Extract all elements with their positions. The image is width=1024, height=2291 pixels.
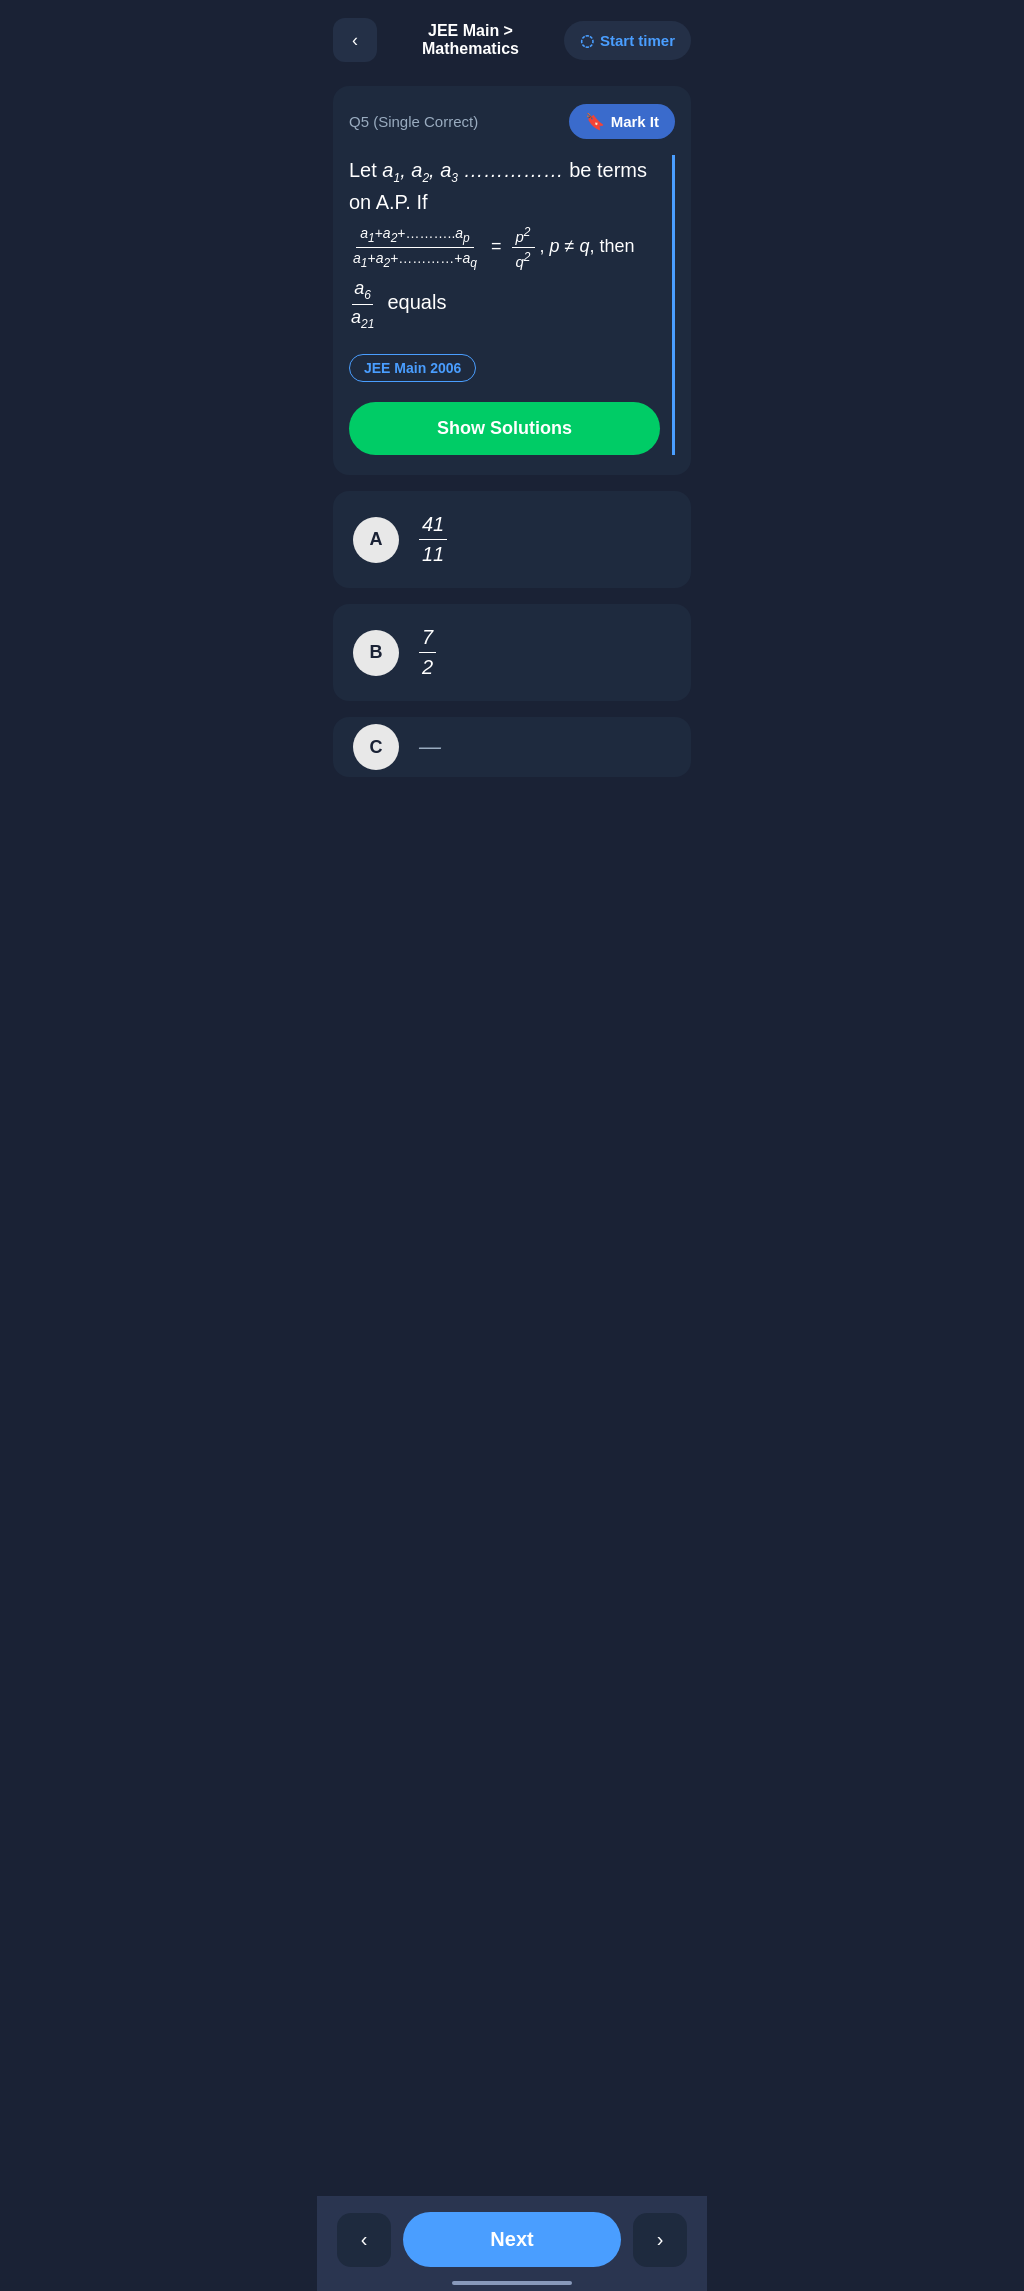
option-a-circle: A xyxy=(353,517,399,563)
option-a-value: 41 11 xyxy=(419,513,447,566)
back-icon: ‹ xyxy=(352,30,358,51)
fraction-equation: a1+a2+………..ap a1+a2+…………+aq = p2 q2 , p … xyxy=(349,225,660,270)
forward-icon: › xyxy=(657,2228,664,2251)
option-a-label: A xyxy=(370,529,383,550)
start-timer-button[interactable]: ◌ Start timer xyxy=(564,21,691,60)
sequence-terms: a1, a2, a3 …………… xyxy=(382,159,563,181)
bottom-navigation: ‹ Next › xyxy=(317,2196,707,2291)
option-b-denominator: 2 xyxy=(419,653,436,679)
question-label: Q5 (Single Correct) xyxy=(349,113,478,130)
option-a-numerator: 41 xyxy=(419,513,447,540)
start-timer-label: Start timer xyxy=(600,32,675,49)
option-c-label: C xyxy=(370,737,383,758)
prev-button[interactable]: ‹ xyxy=(337,2213,391,2267)
header-title: JEE Main > Mathematics xyxy=(385,22,556,58)
bookmark-icon: 🔖 xyxy=(585,112,605,131)
option-b-fraction: 7 2 xyxy=(419,626,436,679)
question-card: Q5 (Single Correct) 🔖 Mark It Let a1, a2… xyxy=(333,86,691,475)
question-meta: Q5 (Single Correct) 🔖 Mark It xyxy=(349,104,675,139)
option-a-fraction: 41 11 xyxy=(419,513,447,566)
mark-it-button[interactable]: 🔖 Mark It xyxy=(569,104,675,139)
header: ‹ JEE Main > Mathematics ◌ Start timer xyxy=(317,0,707,76)
show-solutions-button[interactable]: Show Solutions xyxy=(349,402,660,455)
option-c-dash: — xyxy=(419,734,441,759)
options-container: A 41 11 B 7 2 C — xyxy=(333,491,691,777)
option-c-value: — xyxy=(419,734,441,760)
option-a-denominator: 11 xyxy=(419,540,447,566)
back-button[interactable]: ‹ xyxy=(333,18,377,62)
timer-icon: ◌ xyxy=(580,31,594,50)
option-a[interactable]: A 41 11 xyxy=(333,491,691,588)
question-scroll: Let a1, a2, a3 …………… be terms on A.P. If… xyxy=(349,155,675,455)
p2q2-fraction: p2 q2 xyxy=(512,225,535,270)
a6-a21-fraction: a6 a21 equals xyxy=(349,278,660,330)
option-b[interactable]: B 7 2 xyxy=(333,604,691,701)
option-c-circle: C xyxy=(353,724,399,770)
option-b-value: 7 2 xyxy=(419,626,436,679)
option-b-circle: B xyxy=(353,630,399,676)
option-c[interactable]: C — xyxy=(333,717,691,777)
next-button[interactable]: Next xyxy=(403,2212,621,2267)
option-b-numerator: 7 xyxy=(419,626,436,653)
sum-fraction-top: a1+a2+………..ap a1+a2+…………+aq xyxy=(349,225,481,270)
bottom-spacer xyxy=(317,777,707,887)
home-indicator xyxy=(452,2281,572,2285)
forward-button[interactable]: › xyxy=(633,2213,687,2267)
prev-icon: ‹ xyxy=(361,2228,368,2251)
mark-it-label: Mark It xyxy=(611,113,659,130)
question-text: Let a1, a2, a3 …………… be terms on A.P. If xyxy=(349,155,660,217)
option-b-label: B xyxy=(370,642,383,663)
jee-tag: JEE Main 2006 xyxy=(349,354,476,382)
